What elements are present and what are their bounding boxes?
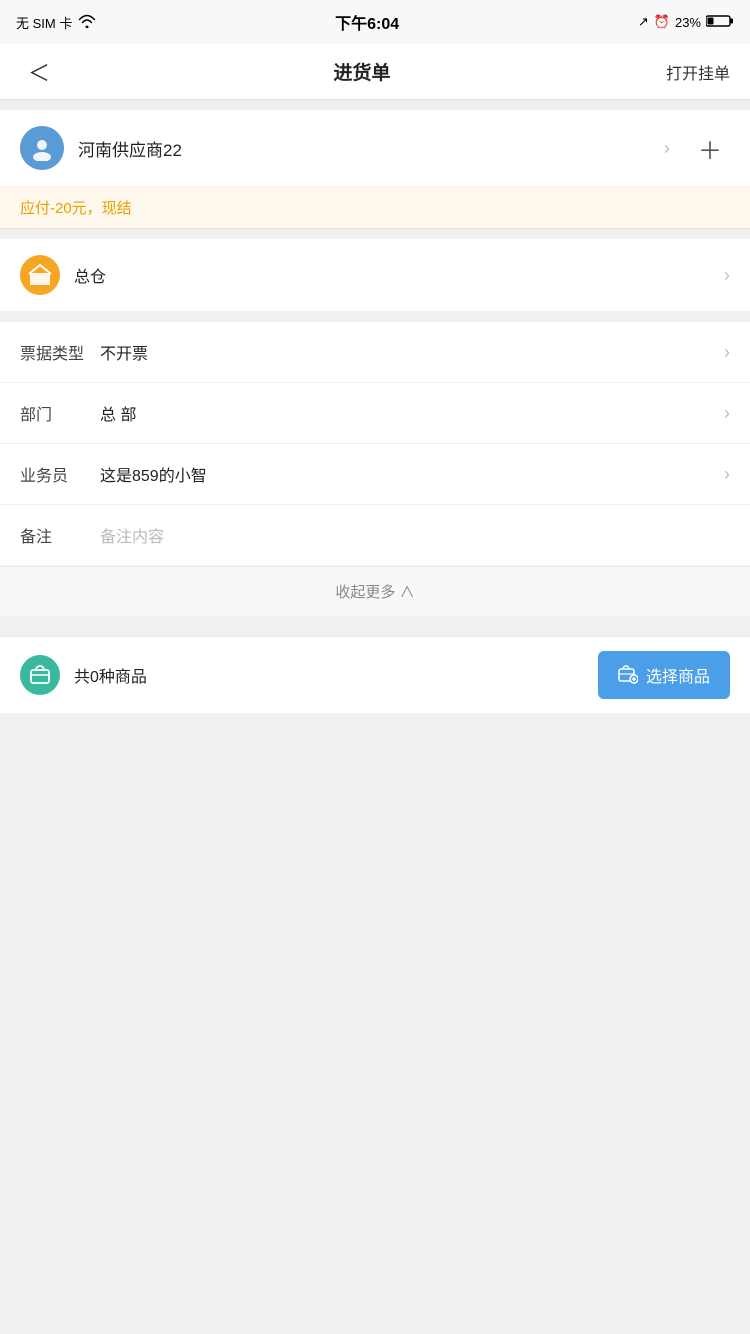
select-product-label: 选择商品: [646, 663, 710, 687]
remark-row[interactable]: 备注 备注内容: [0, 505, 750, 566]
warehouse-name: 总仓: [74, 263, 716, 287]
department-row[interactable]: 部门 总 部 ›: [0, 383, 750, 444]
supplier-avatar: [20, 126, 64, 170]
main-content: 河南供应商22 › ＋ 应付-20元，现结 总仓 › 票据类型: [0, 100, 750, 1334]
invoice-type-chevron-icon: ›: [724, 342, 730, 363]
open-pending-button[interactable]: 打开挂单: [666, 60, 730, 84]
remark-label: 备注: [20, 523, 100, 547]
warehouse-card: 总仓 ›: [0, 239, 750, 312]
salesperson-value: 这是859的小智: [100, 462, 716, 486]
warehouse-row[interactable]: 总仓 ›: [0, 239, 750, 312]
section-gap-1: [0, 100, 750, 110]
supplier-name: 河南供应商22: [78, 136, 664, 161]
warehouse-icon: [20, 255, 60, 295]
battery-icon: [706, 14, 734, 31]
bottom-bar: 共0种商品 选择商品: [0, 636, 750, 713]
status-time: 下午6:04: [335, 10, 399, 34]
salesperson-row[interactable]: 业务员 这是859的小智 ›: [0, 444, 750, 505]
supplier-row[interactable]: 河南供应商22 › ＋: [0, 110, 750, 187]
status-left: 无 SIM 卡: [16, 13, 96, 32]
select-product-button[interactable]: 选择商品: [598, 651, 730, 699]
salesperson-chevron-icon: ›: [724, 464, 730, 485]
status-right: ↗ ⏰ 23%: [638, 14, 734, 31]
supplier-chevron-icon: ›: [664, 138, 670, 159]
collapse-button[interactable]: 收起更多 ∧: [0, 566, 750, 616]
supplier-card: 河南供应商22 › ＋ 应付-20元，现结: [0, 110, 750, 229]
product-cart-icon: [20, 655, 60, 695]
section-gap-4: [0, 616, 750, 626]
carrier-text: 无 SIM 卡: [16, 13, 72, 32]
back-button[interactable]: ＜: [20, 48, 58, 96]
form-card: 票据类型 不开票 › 部门 总 部 › 业务员 这是859的小智 › 备注 备注…: [0, 322, 750, 566]
collapse-label: 收起更多 ∧: [335, 584, 414, 601]
section-gap-3: [0, 312, 750, 322]
salesperson-label: 业务员: [20, 462, 100, 486]
warning-text: 应付-20元，现结: [20, 200, 132, 217]
location-icon: ↗: [638, 14, 649, 30]
product-count-text: 共0种商品: [74, 663, 598, 687]
nav-bar: ＜ 进货单 打开挂单: [0, 44, 750, 100]
battery-text: 23%: [675, 15, 701, 30]
section-gap-2: [0, 229, 750, 239]
alarm-icon: ⏰: [654, 14, 670, 30]
department-value: 总 部: [100, 401, 716, 425]
page-title: 进货单: [333, 58, 390, 85]
invoice-type-label: 票据类型: [20, 340, 100, 364]
warning-banner: 应付-20元，现结: [0, 187, 750, 229]
department-chevron-icon: ›: [724, 403, 730, 424]
invoice-type-value: 不开票: [100, 340, 716, 364]
wifi-icon: [78, 14, 96, 31]
add-supplier-button[interactable]: ＋: [690, 127, 730, 170]
warehouse-chevron-icon: ›: [724, 265, 730, 286]
department-label: 部门: [20, 401, 100, 425]
remark-input[interactable]: 备注内容: [100, 523, 730, 547]
invoice-type-row[interactable]: 票据类型 不开票 ›: [0, 322, 750, 383]
status-bar: 无 SIM 卡 下午6:04 ↗ ⏰ 23%: [0, 0, 750, 44]
